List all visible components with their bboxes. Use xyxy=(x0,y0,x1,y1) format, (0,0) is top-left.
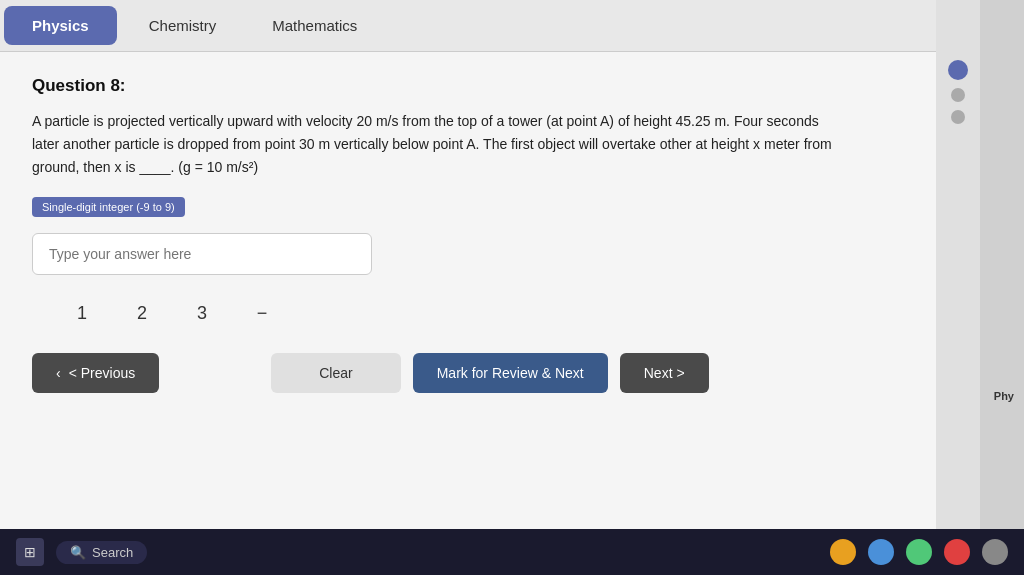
sidebar-dot-2 xyxy=(951,110,965,124)
numpad-key-3[interactable]: 3 xyxy=(182,295,222,331)
taskbar-app-3[interactable] xyxy=(906,539,932,565)
numpad-key-1[interactable]: 1 xyxy=(62,295,102,331)
clear-button[interactable]: Clear xyxy=(271,353,400,393)
start-icon[interactable]: ⊞ xyxy=(16,538,44,566)
mark-review-button[interactable]: Mark for Review & Next xyxy=(413,353,608,393)
content-area: Question 8: A particle is projected vert… xyxy=(0,52,980,413)
next-button[interactable]: Next > xyxy=(620,353,709,393)
previous-button[interactable]: ‹ < Previous xyxy=(32,353,159,393)
search-label: Search xyxy=(92,545,133,560)
tab-physics[interactable]: Physics xyxy=(4,6,117,45)
tab-chemistry[interactable]: Chemistry xyxy=(121,0,245,51)
right-subject-label: Phy xyxy=(994,390,1014,402)
tab-mathematics[interactable]: Mathematics xyxy=(244,0,385,51)
taskbar-app-1[interactable] xyxy=(830,539,856,565)
taskbar-search[interactable]: 🔍 Search xyxy=(56,541,147,564)
taskbar-app-4[interactable] xyxy=(944,539,970,565)
question-text: A particle is projected vertically upwar… xyxy=(32,110,832,179)
answer-input[interactable] xyxy=(32,233,372,275)
taskbar-app-2[interactable] xyxy=(868,539,894,565)
sidebar-dot-1 xyxy=(951,88,965,102)
taskbar-app-5[interactable] xyxy=(982,539,1008,565)
tab-bar: Physics Chemistry Mathematics xyxy=(0,0,980,52)
chevron-left-icon: ‹ xyxy=(56,365,61,381)
sidebar-dot-active xyxy=(948,60,968,80)
question-badge: Single-digit integer (-9 to 9) xyxy=(32,197,185,217)
question-title: Question 8: xyxy=(32,76,948,96)
taskbar: ⊞ 🔍 Search xyxy=(0,529,1024,575)
action-buttons: ‹ < Previous Clear Mark for Review & Nex… xyxy=(32,353,948,393)
numpad: 1 2 3 − xyxy=(32,295,948,331)
search-icon: 🔍 xyxy=(70,545,86,560)
main-content-area: Physics Chemistry Mathematics Question 8… xyxy=(0,0,980,540)
right-sidebar xyxy=(936,0,980,540)
numpad-key-2[interactable]: 2 xyxy=(122,295,162,331)
numpad-key-minus[interactable]: − xyxy=(242,295,282,331)
